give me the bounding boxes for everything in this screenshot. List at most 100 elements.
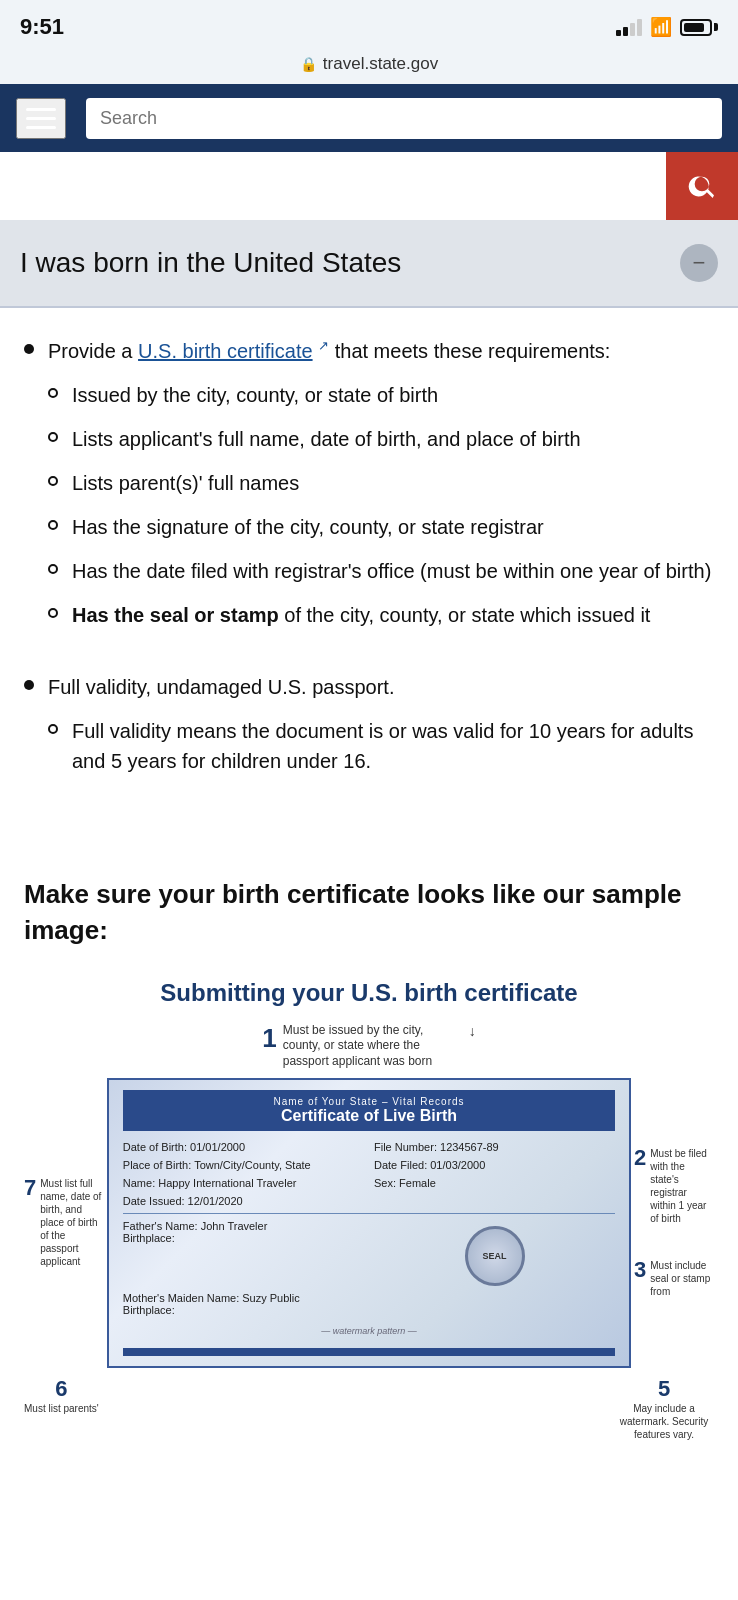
annot-block-2: 2 Must be filed with the state's registr…: [634, 1147, 714, 1225]
status-time: 9:51: [20, 14, 64, 40]
cert-bottom-bar: [123, 1348, 615, 1356]
sub-requirements-list: Issued by the city, county, or state of …: [48, 380, 714, 630]
list-item: Has the signature of the city, county, o…: [48, 512, 714, 542]
list-item: Has the date filed with registrar's offi…: [48, 556, 714, 586]
cert-field-row-3: Name: Happy International Traveler Sex: …: [123, 1177, 615, 1189]
bullet-1-intro: Provide a: [48, 340, 138, 362]
annot-block-3: 3 Must include seal or stamp from: [634, 1259, 714, 1298]
sub-item-3: Lists parent(s)' full names: [72, 468, 714, 498]
annot-block-7: 7 Must list full name, date of birth, an…: [24, 1177, 104, 1268]
cert-divider: [123, 1213, 615, 1214]
cert-dateissued: Date Issued: 12/01/2020: [123, 1195, 615, 1207]
bullet-dot: [24, 344, 34, 354]
wifi-icon: 📶: [650, 16, 672, 38]
annot-text-3: Must include seal or stamp from: [650, 1259, 714, 1298]
cert-card-header: Name of Your State – Vital Records Certi…: [123, 1090, 615, 1131]
sub-item-2: Lists applicant's full name, date of bir…: [72, 424, 714, 454]
list-item: Provide a U.S. birth certificate ↗ that …: [24, 336, 714, 644]
sub-item-1: Issued by the city, county, or state of …: [72, 380, 714, 410]
sub-dot: [48, 608, 58, 618]
cert-watermark: — watermark pattern —: [123, 1322, 615, 1340]
sample-section: Make sure your birth certificate looks l…: [0, 846, 738, 1441]
annot-text-5: May include a watermark. Security featur…: [614, 1402, 714, 1441]
sub-dot: [48, 432, 58, 442]
cert-name: Name: Happy International Traveler: [123, 1177, 364, 1189]
status-icons: 📶: [616, 16, 718, 38]
cert-diagram-title: Submitting your U.S. birth certificate: [24, 979, 714, 1007]
requirements-list: Provide a U.S. birth certificate ↗ that …: [24, 336, 714, 790]
cert-state-text: Name of Your State – Vital Records: [133, 1096, 605, 1107]
cert-field-row-2: Place of Birth: Town/City/County, State …: [123, 1159, 615, 1171]
cert-filenum: File Number: 1234567-89: [374, 1141, 615, 1153]
annot-text-1: Must be issued by the city, county, or s…: [283, 1023, 463, 1070]
cert-diagram: Submitting your U.S. birth certificate 1…: [24, 979, 714, 1441]
cert-father-row: Father's Name: John Traveler Birthplace:…: [123, 1220, 615, 1286]
list-item: Full validity means the document is or w…: [48, 716, 714, 776]
annot-num-6: 6: [55, 1376, 67, 1402]
bullet-2-content: Full validity, undamaged U.S. passport. …: [48, 672, 714, 790]
annot-block-5: 5 May include a watermark. Security feat…: [614, 1376, 714, 1441]
sub-dot: [48, 476, 58, 486]
arrow-down: ↓: [469, 1023, 476, 1039]
annot-top: 1 Must be issued by the city, county, or…: [24, 1023, 714, 1070]
search-icon: [686, 170, 718, 202]
annot-block-6: 6 Must list parents': [24, 1376, 99, 1441]
list-item: Lists parent(s)' full names: [48, 468, 714, 498]
list-item: Has the seal or stamp of the city, count…: [48, 600, 714, 630]
search-btn-row: [0, 152, 738, 220]
cert-field-row-1: Date of Birth: 01/01/2000 File Number: 1…: [123, 1141, 615, 1153]
cert-seal: SEAL: [465, 1226, 525, 1286]
sub-dot: [48, 724, 58, 734]
cert-seal-area: SEAL: [374, 1226, 615, 1286]
signal-icon: [616, 18, 642, 36]
lock-icon: 🔒: [300, 56, 317, 72]
nav-bar: [0, 84, 738, 152]
annot-num-5: 5: [658, 1376, 670, 1402]
external-link-icon: ↗: [318, 338, 329, 353]
cert-field-row-issued: Date Issued: 12/01/2020: [123, 1195, 615, 1207]
section-header-title: I was born in the United States: [20, 247, 680, 279]
annot-text-6: Must list parents': [24, 1402, 99, 1415]
bullet-1-content: Provide a U.S. birth certificate ↗ that …: [48, 336, 714, 644]
hamburger-line: [26, 108, 56, 111]
battery-icon: [680, 19, 718, 36]
sub-list-2: Full validity means the document is or w…: [48, 716, 714, 776]
status-bar: 9:51 📶: [0, 0, 738, 50]
birth-certificate-link[interactable]: U.S. birth certificate: [138, 340, 313, 362]
bottom-annotations: 6 Must list parents' 5 May include a wat…: [24, 1376, 714, 1441]
sub-item-6: Has the seal or stamp of the city, count…: [72, 600, 714, 630]
sub-dot: [48, 564, 58, 574]
bullet-1-suffix: that meets these requirements:: [335, 340, 611, 362]
list-item: Full validity, undamaged U.S. passport. …: [24, 672, 714, 790]
sample-heading: Make sure your birth certificate looks l…: [24, 876, 714, 949]
main-cert-row: 7 Must list full name, date of birth, an…: [24, 1078, 714, 1368]
collapse-button[interactable]: −: [680, 244, 718, 282]
sub-dot: [48, 520, 58, 530]
cert-sex: Sex: Female: [374, 1177, 615, 1189]
annot-num-7: 7: [24, 1177, 36, 1199]
cert-mother-row: Mother's Maiden Name: Suzy Public Birthp…: [123, 1292, 615, 1316]
diagram-wrapper: 1 Must be issued by the city, county, or…: [24, 1023, 714, 1441]
search-input-wrapper: [86, 98, 722, 139]
url-text: travel.state.gov: [323, 54, 438, 74]
right-annotations: 2 Must be filed with the state's registr…: [634, 1147, 714, 1298]
cert-father-name: Father's Name: John Traveler Birthplace:: [123, 1220, 364, 1286]
list-item: Issued by the city, county, or state of …: [48, 380, 714, 410]
sub-dot: [48, 388, 58, 398]
left-annotations: 7 Must list full name, date of birth, an…: [24, 1177, 104, 1268]
url-bar: 🔒 travel.state.gov: [0, 50, 738, 84]
bullet-dot: [24, 680, 34, 690]
list-item: Lists applicant's full name, date of bir…: [48, 424, 714, 454]
cert-mother-name: Mother's Maiden Name: Suzy Public Birthp…: [123, 1292, 615, 1316]
sub-item-4: Has the signature of the city, county, o…: [72, 512, 714, 542]
section-header: I was born in the United States −: [0, 220, 738, 308]
search-input[interactable]: [100, 108, 708, 129]
search-button[interactable]: [666, 152, 738, 220]
annot-text-7: Must list full name, date of birth, and …: [40, 1177, 104, 1268]
hamburger-line: [26, 126, 56, 129]
hamburger-menu-button[interactable]: [16, 98, 66, 139]
cert-dob: Date of Birth: 01/01/2000: [123, 1141, 364, 1153]
cert-pob: Place of Birth: Town/City/County, State: [123, 1159, 364, 1171]
cert-card-title: Certificate of Live Birth: [133, 1107, 605, 1125]
sub-item-5: Has the date filed with registrar's offi…: [72, 556, 714, 586]
